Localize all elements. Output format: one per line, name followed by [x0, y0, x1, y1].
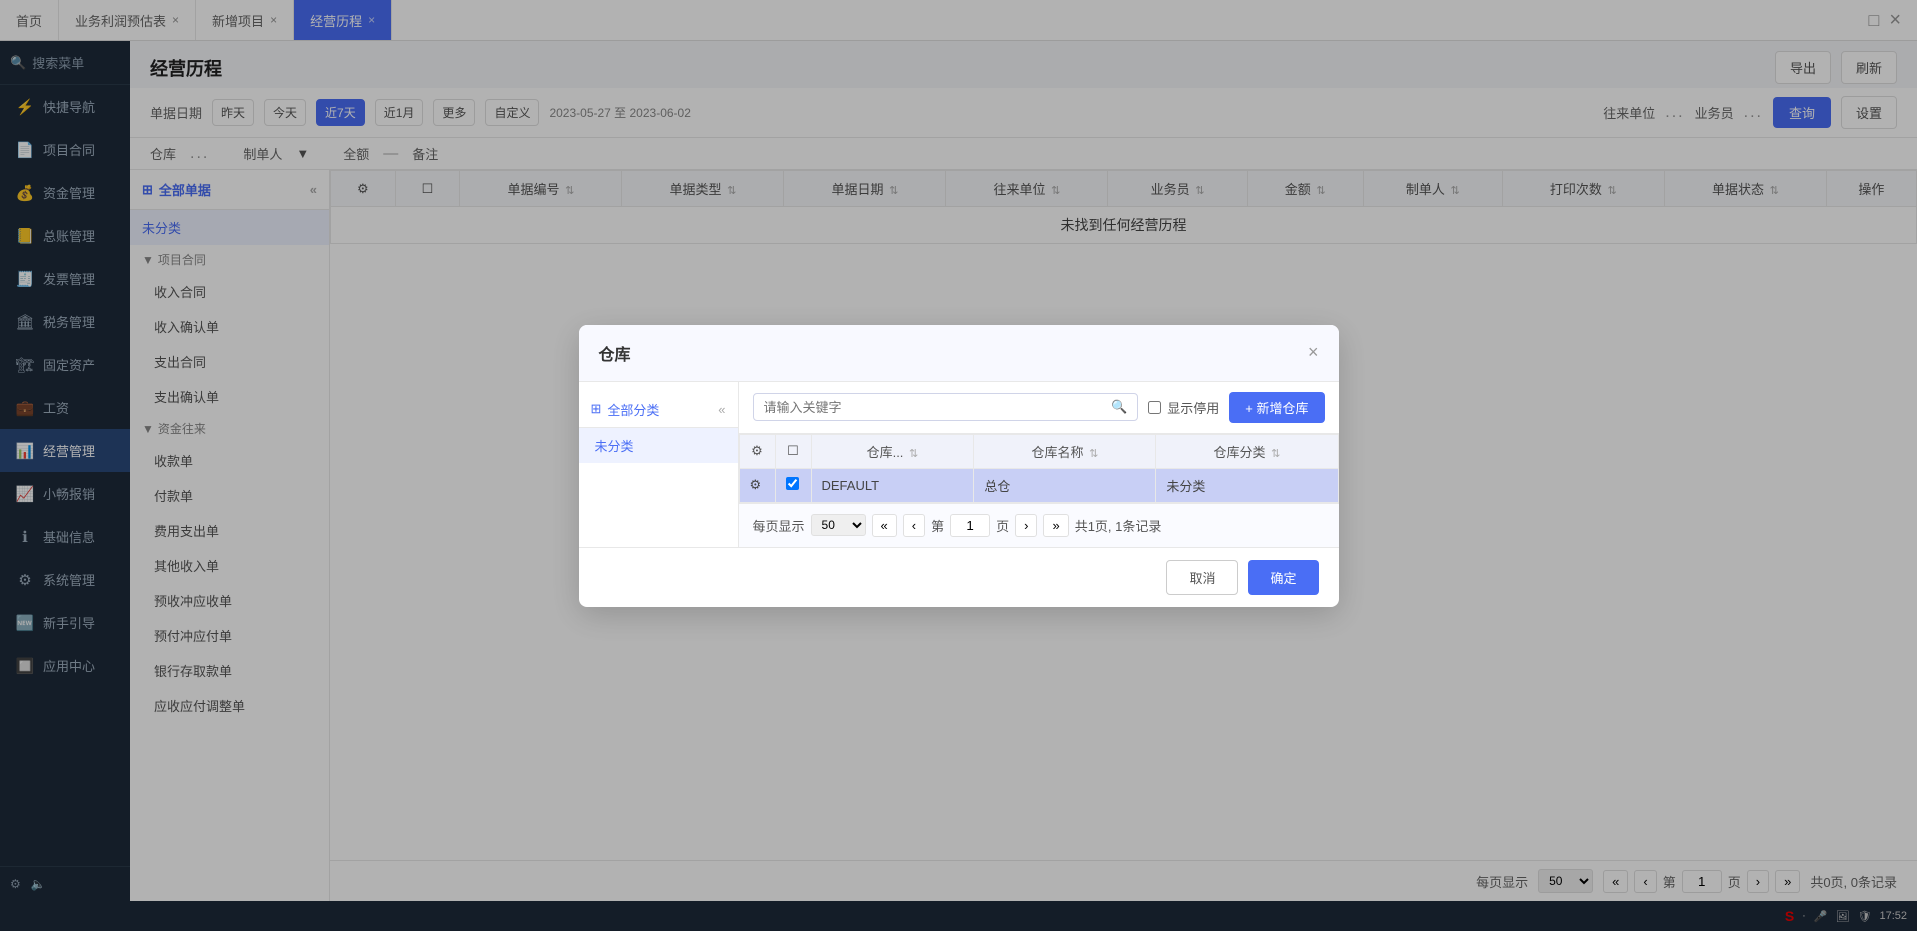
modal-footer: 每页显示 50 100 « ‹ 第 页 › — [739, 503, 1339, 547]
modal-first-btn[interactable]: « — [872, 514, 897, 537]
modal-header: 仓库 × — [579, 325, 1339, 382]
modal-row-checkbox[interactable] — [775, 468, 811, 502]
modal-row-settings[interactable]: ⚙ — [739, 468, 775, 502]
modal-col-code[interactable]: 仓库... ⇅ — [811, 434, 974, 468]
modal-show-disabled-checkbox[interactable] — [1148, 401, 1161, 414]
modal-toolbar: 🔍 显示停用 + 新增仓库 — [739, 382, 1339, 434]
modal-next-btn[interactable]: › — [1015, 514, 1037, 537]
modal-cancel-btn[interactable]: 取消 — [1166, 560, 1238, 595]
modal-pagination: 每页显示 50 100 « ‹ 第 页 › — [753, 514, 1162, 537]
modal-all-category-label: 全部分类 — [607, 400, 659, 419]
modal-show-disabled-text: 显示停用 — [1167, 398, 1219, 417]
modal-search-box[interactable]: 🔍 — [753, 393, 1139, 421]
modal-left-collapse-btn[interactable]: « — [718, 402, 725, 417]
modal-row-code: DEFAULT — [811, 468, 974, 502]
modal-last-btn[interactable]: » — [1043, 514, 1068, 537]
modal-left-panel: ⊞ 全部分类 « 未分类 — [579, 382, 739, 547]
modal-body: ⊞ 全部分类 « 未分类 — [579, 382, 1339, 547]
modal-table: ⚙ ☐ 仓库... ⇅ 仓库名称 ⇅ 仓库分类 ⇅ ⚙ — [739, 434, 1339, 503]
modal-close-btn[interactable]: × — [1308, 342, 1319, 363]
modal-row-category: 未分类 — [1156, 468, 1338, 502]
modal-prev-btn[interactable]: ‹ — [903, 514, 925, 537]
modal-add-btn[interactable]: + 新增仓库 — [1229, 392, 1324, 423]
modal-row-name: 总仓 — [974, 468, 1156, 502]
modal-search-input[interactable] — [764, 400, 1112, 415]
modal-table-container: ⚙ ☐ 仓库... ⇅ 仓库名称 ⇅ 仓库分类 ⇅ ⚙ — [739, 434, 1339, 503]
modal-search-icon: 🔍 — [1111, 399, 1127, 415]
modal-total-label: 共1页, 1条记录 — [1075, 516, 1162, 535]
modal-col-checkbox[interactable]: ☐ — [775, 434, 811, 468]
modal-page-label: 第 — [931, 516, 944, 535]
modal-page-label2: 页 — [996, 516, 1009, 535]
modal-all-category[interactable]: ⊞ 全部分类 — [591, 400, 660, 419]
modal-confirm-btn[interactable]: 确定 — [1248, 560, 1318, 595]
modal-table-row[interactable]: ⚙ DEFAULT 总仓 未分类 — [739, 468, 1338, 502]
modal-right-panel: 🔍 显示停用 + 新增仓库 — [739, 382, 1339, 547]
modal-warehouse: 仓库 × ⊞ 全部分类 « 未分类 — [579, 325, 1339, 607]
modal-page-input[interactable] — [950, 514, 990, 537]
modal-col-category[interactable]: 仓库分类 ⇅ — [1156, 434, 1338, 468]
modal-overlay: 仓库 × ⊞ 全部分类 « 未分类 — [0, 41, 1917, 901]
modal-uncat-label: 未分类 — [595, 436, 634, 455]
modal-col-settings[interactable]: ⚙ — [739, 434, 775, 468]
modal-per-page-label: 每页显示 — [753, 516, 805, 535]
modal-action-bar: 取消 确定 — [579, 547, 1339, 607]
modal-per-page-select[interactable]: 50 100 — [811, 514, 866, 536]
modal-title: 仓库 — [599, 341, 631, 365]
modal-show-disabled-label[interactable]: 显示停用 — [1148, 398, 1219, 417]
modal-left-item-uncat[interactable]: 未分类 — [579, 428, 738, 463]
modal-col-name[interactable]: 仓库名称 ⇅ — [974, 434, 1156, 468]
grid-icon: ⊞ — [591, 401, 602, 417]
